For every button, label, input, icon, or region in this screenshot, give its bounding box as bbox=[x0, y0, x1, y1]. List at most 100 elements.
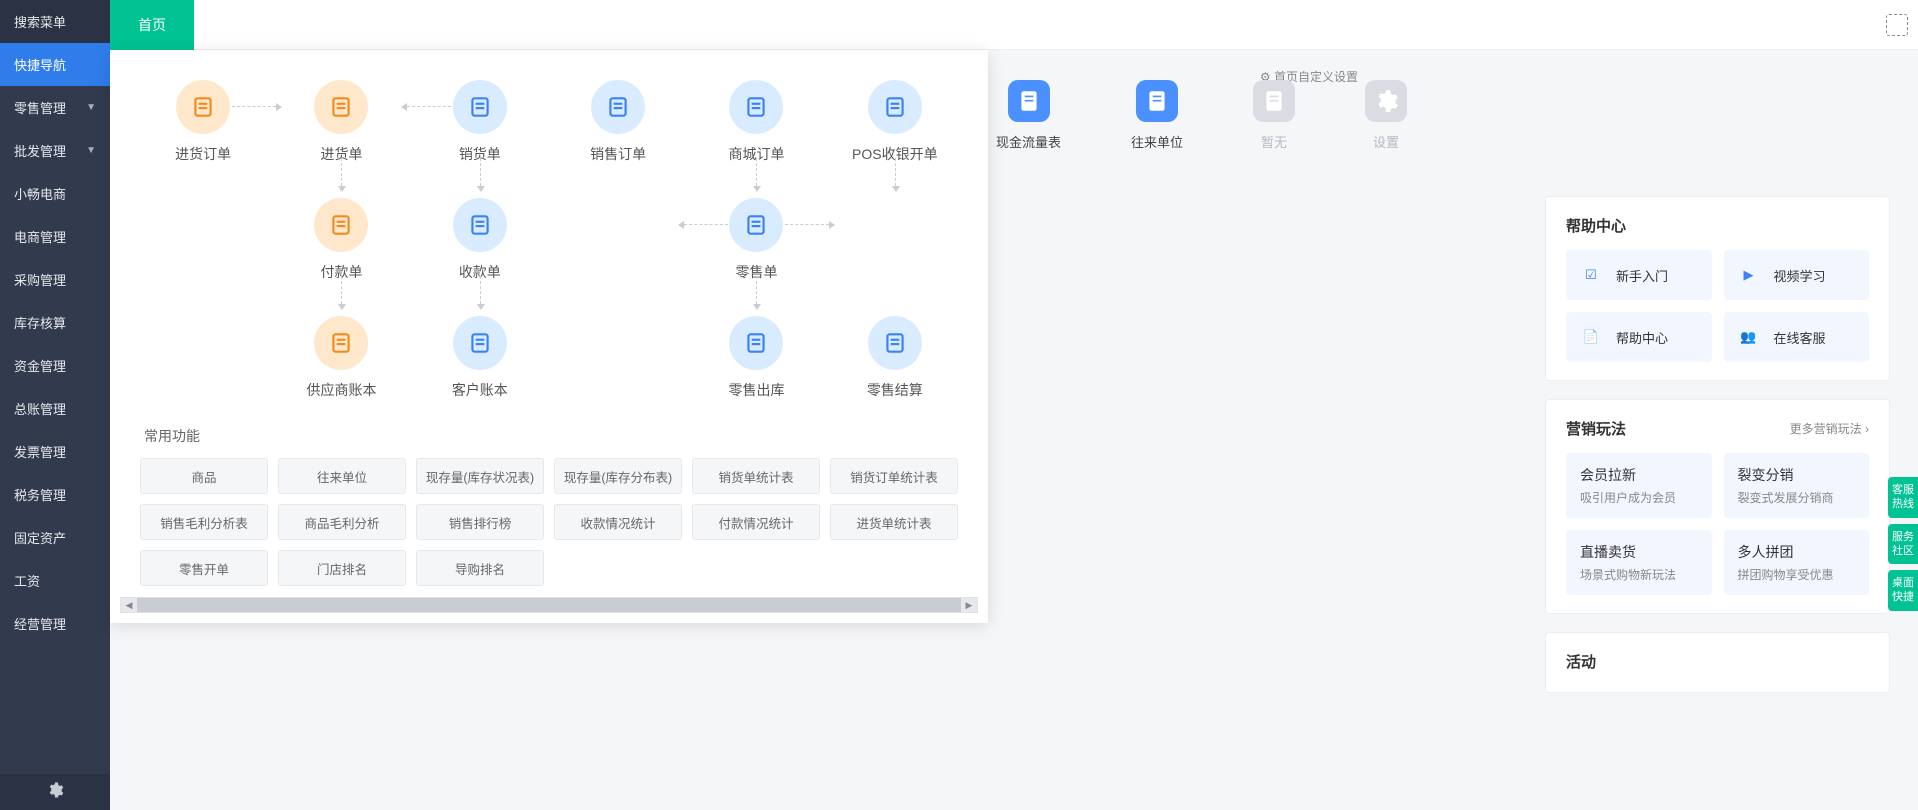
common-fn-11[interactable]: 进货单统计表 bbox=[830, 504, 958, 540]
help-center-title: 帮助中心 bbox=[1566, 215, 1626, 236]
promo-item-0[interactable]: 会员拉新吸引用户成为会员 bbox=[1566, 453, 1712, 518]
sidebar-item-label: 固定资产 bbox=[14, 528, 66, 547]
flow-node-进货单[interactable]: 进货单 bbox=[272, 80, 410, 164]
help-item-1[interactable]: ▶视频学习 bbox=[1724, 250, 1870, 300]
flow-label: 销售订单 bbox=[590, 144, 646, 164]
side-chip-2[interactable]: 桌面快捷 bbox=[1888, 570, 1918, 611]
sidebar-item-1[interactable]: 快捷导航 bbox=[0, 43, 110, 86]
flow-node-零售出库[interactable]: 零售出库 bbox=[687, 316, 825, 400]
promo-item-1[interactable]: 裂变分销裂变式发展分销商 bbox=[1724, 453, 1870, 518]
promo-item-sub: 场景式购物新玩法 bbox=[1580, 566, 1698, 583]
common-fn-10[interactable]: 付款情况统计 bbox=[692, 504, 820, 540]
sidebar-item-4[interactable]: 小畅电商 bbox=[0, 172, 110, 215]
sidebar-item-3[interactable]: 批发管理▼ bbox=[0, 129, 110, 172]
fullscreen-icon[interactable] bbox=[1886, 14, 1908, 36]
arrow-down-icon bbox=[756, 158, 757, 186]
quick-item-3[interactable]: 设置 bbox=[1365, 80, 1407, 151]
sidebar-item-label: 采购管理 bbox=[14, 270, 66, 289]
quick-icon bbox=[1008, 80, 1050, 122]
flow-label: 零售结算 bbox=[867, 380, 923, 400]
flow-circle-icon bbox=[453, 80, 507, 134]
chevron-down-icon: ▼ bbox=[86, 145, 96, 156]
help-item-icon: ☑ bbox=[1578, 262, 1604, 288]
sidebar-item-0[interactable]: 搜索菜单 bbox=[0, 0, 110, 43]
help-item-3[interactable]: 👥在线客服 bbox=[1724, 312, 1870, 362]
arrow-down-icon bbox=[895, 158, 896, 186]
sidebar-settings[interactable] bbox=[0, 774, 110, 810]
quicknav-flyout: 进货订单进货单销货单销售订单 商城订单POS收银开单付款单收款单 零售单供应商账本 客… bbox=[110, 50, 988, 623]
sidebar-item-7[interactable]: 库存核算 bbox=[0, 301, 110, 344]
flow-node-付款单[interactable]: 付款单 bbox=[272, 198, 410, 282]
arrow-down-icon bbox=[480, 158, 481, 186]
sidebar-item-10[interactable]: 发票管理 bbox=[0, 430, 110, 473]
sidebar-item-6[interactable]: 采购管理 bbox=[0, 258, 110, 301]
sidebar-item-5[interactable]: 电商管理 bbox=[0, 215, 110, 258]
promo-item-3[interactable]: 多人拼团拼团购物享受优惠 bbox=[1724, 530, 1870, 595]
sidebar-item-label: 总账管理 bbox=[14, 399, 66, 418]
flow-node-商城订单[interactable]: 商城订单 bbox=[687, 80, 825, 164]
promo-item-2[interactable]: 直播卖货场景式购物新玩法 bbox=[1566, 530, 1712, 595]
common-fn-6[interactable]: 销售毛利分析表 bbox=[140, 504, 268, 540]
flow-node-销货单[interactable]: 销货单 bbox=[411, 80, 549, 164]
arrow-down-icon bbox=[480, 276, 481, 304]
common-fn-5[interactable]: 销货订单统计表 bbox=[830, 458, 958, 494]
sidebar-item-13[interactable]: 工资 bbox=[0, 559, 110, 602]
help-item-2[interactable]: 📄帮助中心 bbox=[1566, 312, 1712, 362]
flow-node-供应商账本[interactable]: 供应商账本 bbox=[272, 316, 410, 400]
scroll-thumb[interactable] bbox=[137, 598, 961, 612]
promo-item-title: 直播卖货 bbox=[1580, 542, 1698, 562]
common-fn-14[interactable]: 导购排名 bbox=[416, 550, 544, 586]
flyout-hscrollbar[interactable]: ◀ ▶ bbox=[120, 597, 978, 613]
gear-icon bbox=[46, 781, 64, 804]
flow-label: 客户账本 bbox=[452, 380, 508, 400]
common-fn-13[interactable]: 门店排名 bbox=[278, 550, 406, 586]
arrow-down-icon bbox=[341, 276, 342, 304]
flow-circle-icon bbox=[729, 316, 783, 370]
flow-node-POS收银开单[interactable]: POS收银开单 bbox=[826, 80, 964, 164]
common-fn-8[interactable]: 销售排行榜 bbox=[416, 504, 544, 540]
activity-title: 活动 bbox=[1566, 651, 1596, 672]
sidebar-item-14[interactable]: 经营管理 bbox=[0, 602, 110, 645]
sidebar-item-9[interactable]: 总账管理 bbox=[0, 387, 110, 430]
common-fn-0[interactable]: 商品 bbox=[140, 458, 268, 494]
flow-circle-icon bbox=[453, 198, 507, 252]
scroll-right-button[interactable]: ▶ bbox=[961, 598, 977, 612]
side-chip-0[interactable]: 客服热线 bbox=[1888, 477, 1918, 518]
common-fn-3[interactable]: 现存量(库存分布表) bbox=[554, 458, 682, 494]
common-fn-2[interactable]: 现存量(库存状况表) bbox=[416, 458, 544, 494]
promo-card: 营销玩法 更多营销玩法 › 会员拉新吸引用户成为会员裂变分销裂变式发展分销商直播… bbox=[1545, 399, 1890, 614]
flow-node-进货订单[interactable]: 进货订单 bbox=[134, 80, 272, 164]
tab-home[interactable]: 首页 bbox=[110, 0, 194, 50]
sidebar-item-11[interactable]: 税务管理 bbox=[0, 473, 110, 516]
common-fn-1[interactable]: 往来单位 bbox=[278, 458, 406, 494]
sidebar-item-8[interactable]: 资金管理 bbox=[0, 344, 110, 387]
help-item-label: 帮助中心 bbox=[1616, 328, 1668, 347]
flow-node-零售结算[interactable]: 零售结算 bbox=[826, 316, 964, 400]
quick-item-2[interactable]: 暂无 bbox=[1253, 80, 1295, 151]
flow-node-客户账本[interactable]: 客户账本 bbox=[411, 316, 549, 400]
flow-node-零售单[interactable]: 零售单 bbox=[687, 198, 825, 282]
flow-node-收款单[interactable]: 收款单 bbox=[411, 198, 549, 282]
quick-item-1[interactable]: 往来单位 bbox=[1131, 80, 1183, 151]
flow-node-销售订单[interactable]: 销售订单 bbox=[549, 80, 687, 164]
help-item-label: 在线客服 bbox=[1774, 328, 1826, 347]
side-chip-1[interactable]: 服务社区 bbox=[1888, 524, 1918, 565]
scroll-left-button[interactable]: ◀ bbox=[121, 598, 137, 612]
flow-label: 供应商账本 bbox=[306, 380, 376, 400]
sidebar-item-12[interactable]: 固定资产 bbox=[0, 516, 110, 559]
promo-more-link[interactable]: 更多营销玩法 › bbox=[1790, 420, 1869, 437]
common-fn-12[interactable]: 零售开单 bbox=[140, 550, 268, 586]
sidebar-item-2[interactable]: 零售管理▼ bbox=[0, 86, 110, 129]
quick-item-0[interactable]: 现金流量表 bbox=[996, 80, 1061, 151]
help-item-0[interactable]: ☑新手入门 bbox=[1566, 250, 1712, 300]
sidebar-item-label: 小畅电商 bbox=[14, 184, 66, 203]
sidebar: 搜索菜单快捷导航零售管理▼批发管理▼ 小畅电商电商管理采购管理库存核算资金管理总账… bbox=[0, 0, 110, 810]
flow-circle-icon bbox=[868, 80, 922, 134]
sidebar-item-label: 电商管理 bbox=[14, 227, 66, 246]
promo-item-title: 多人拼团 bbox=[1738, 542, 1856, 562]
arrow-left-icon bbox=[407, 106, 451, 107]
common-fn-7[interactable]: 商品毛利分析 bbox=[278, 504, 406, 540]
common-fn-9[interactable]: 收款情况统计 bbox=[554, 504, 682, 540]
common-fn-4[interactable]: 销货单统计表 bbox=[692, 458, 820, 494]
arrow-down-icon bbox=[756, 276, 757, 304]
